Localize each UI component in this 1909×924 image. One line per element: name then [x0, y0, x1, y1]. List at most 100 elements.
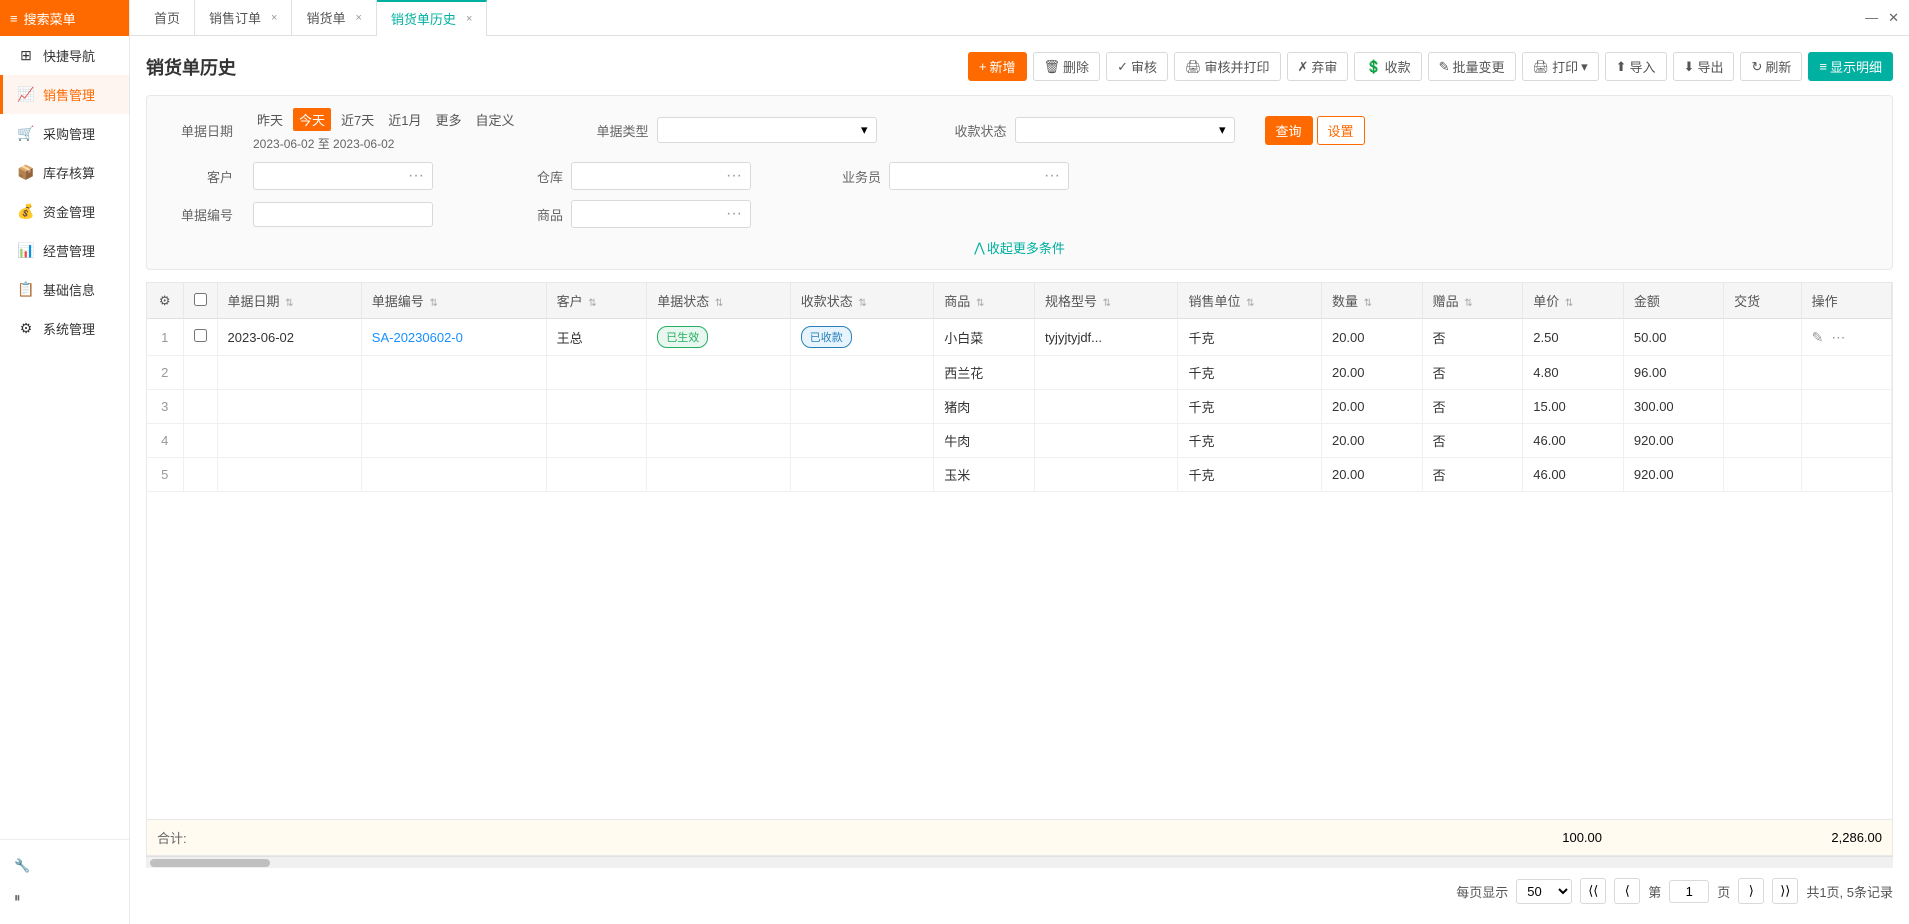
tab-sales-delivery-close[interactable]: × [355, 12, 361, 24]
horizontal-scrollbar[interactable] [146, 856, 1893, 868]
th-gear[interactable]: ⚙ [147, 283, 183, 319]
sidebar-item-basic-info[interactable]: 📋 基础信息 [0, 270, 129, 309]
shortcut-today[interactable]: 今天 [293, 108, 331, 131]
sidebar-item-inventory[interactable]: 📦 库存核算 [0, 153, 129, 192]
edit-icon-1[interactable]: ✎ [1812, 329, 1824, 346]
goods-input[interactable] [580, 207, 722, 222]
sidebar-item-operations[interactable]: 📊 经营管理 [0, 231, 129, 270]
sales-icon: 📈 [17, 86, 35, 103]
row-gift-3: 否 [1422, 390, 1523, 424]
goods-ellipsis[interactable]: ··· [726, 205, 742, 223]
tab-sales-order[interactable]: 销售订单 × [195, 0, 292, 36]
window-minimize[interactable]: — [1865, 10, 1878, 25]
export-button[interactable]: ⬇ 导出 [1673, 52, 1735, 81]
row-unit-5: 千克 [1178, 458, 1322, 492]
import-button[interactable]: ⬆ 导入 [1605, 52, 1667, 81]
row-unit-1: 千克 [1178, 319, 1322, 356]
row-date-1: 2023-06-02 [217, 319, 361, 356]
collapse-icon: ⋀ [974, 240, 985, 256]
row-check-1[interactable] [183, 319, 217, 356]
row-customer-1: 王总 [546, 319, 647, 356]
receive-payment-button[interactable]: 💲 收款 [1354, 52, 1421, 81]
sidebar-item-finance[interactable]: 💰 资金管理 [0, 192, 129, 231]
goods-input-group[interactable]: ··· [571, 200, 751, 228]
warehouse-ellipsis[interactable]: ··· [726, 167, 742, 185]
batch-change-button[interactable]: ✎ 批量变更 [1428, 52, 1516, 81]
collapse-button[interactable]: ⋀ 收起更多条件 [163, 238, 1876, 257]
staff-input-group[interactable]: ··· [889, 162, 1069, 190]
tab-sales-order-close[interactable]: × [271, 12, 277, 24]
page-input[interactable] [1669, 880, 1709, 903]
row-checkbox-1[interactable] [194, 329, 207, 342]
sidebar-item-label: 资金管理 [43, 202, 95, 221]
th-price-sort[interactable]: ⇅ [1565, 298, 1573, 309]
tab-home[interactable]: 首页 [140, 0, 195, 36]
th-docno-sort[interactable]: ⇅ [429, 298, 437, 309]
approve-print-button[interactable]: 🖨 审核并打印 [1174, 52, 1281, 81]
sidebar-item-sales[interactable]: 📈 销售管理 [0, 75, 129, 114]
gear-icon[interactable]: ⚙ [159, 293, 171, 308]
last-page-btn[interactable]: ⟩⟩ [1772, 878, 1798, 904]
prev-page-btn[interactable]: ⟨ [1614, 878, 1640, 904]
row-docno-1[interactable]: SA-20230602-0 [361, 319, 546, 356]
shortcut-7days[interactable]: 近7天 [337, 108, 378, 131]
row-delivery-4 [1724, 424, 1802, 458]
th-paymentstatus-sort[interactable]: ⇅ [858, 298, 866, 309]
show-detail-button[interactable]: ≡ 显示明细 [1808, 52, 1893, 81]
sidebar-bottom-item-pause[interactable]: ⏸ [0, 882, 129, 914]
th-spec-sort[interactable]: ⇅ [1103, 298, 1111, 309]
print-button[interactable]: 🖨 打印 ▾ [1522, 52, 1599, 81]
sidebar-header[interactable]: ≡ 搜索菜单 [0, 0, 129, 36]
th-docstatus-sort[interactable]: ⇅ [715, 298, 723, 309]
th-customer-sort[interactable]: ⇅ [588, 298, 596, 309]
settings-button[interactable]: 设置 [1317, 116, 1365, 145]
shortcut-yesterday[interactable]: 昨天 [253, 108, 287, 131]
more-icon-1[interactable]: ⋯ [1831, 329, 1845, 346]
window-close[interactable]: ✕ [1888, 10, 1899, 26]
shortcut-custom[interactable]: 自定义 [472, 108, 519, 131]
tab-sales-history[interactable]: 销货单历史 × [377, 0, 487, 36]
next-page-btn[interactable]: ⟩ [1738, 878, 1764, 904]
query-button[interactable]: 查询 [1265, 116, 1313, 145]
sidebar-item-quicknav[interactable]: ⊞ 快捷导航 [0, 36, 129, 75]
row-check-2 [183, 356, 217, 390]
row-spec-4 [1034, 424, 1178, 458]
customer-ellipsis[interactable]: ··· [408, 167, 424, 185]
staff-ellipsis[interactable]: ··· [1044, 167, 1060, 185]
delete-button[interactable]: 🗑 删除 [1033, 52, 1101, 81]
shortcut-1month[interactable]: 近1月 [384, 108, 425, 131]
add-button[interactable]: + 新增 [968, 52, 1027, 81]
tab-sales-delivery[interactable]: 销货单 × [292, 0, 376, 36]
doc-input[interactable] [253, 202, 433, 227]
discard-approve-button[interactable]: ✗ 弃审 [1287, 52, 1349, 81]
shortcut-more[interactable]: 更多 [432, 108, 466, 131]
row-goods-5: 玉米 [934, 458, 1035, 492]
warehouse-input-group[interactable]: ··· [571, 162, 751, 190]
th-qty-sort[interactable]: ⇅ [1364, 298, 1372, 309]
th-checkbox[interactable] [183, 283, 217, 319]
status-effective-badge-1: 已生效 [657, 326, 708, 348]
goods-filter: 商品 ··· [493, 200, 751, 228]
type-select[interactable]: ▾ [657, 117, 877, 143]
per-page-select[interactable]: 50 100 200 [1516, 879, 1572, 904]
refresh-button[interactable]: ↻ 刷新 [1740, 52, 1802, 81]
customer-input[interactable] [262, 169, 404, 184]
staff-input[interactable] [898, 169, 1040, 184]
select-all-checkbox[interactable] [194, 293, 207, 306]
tab-sales-history-close[interactable]: × [466, 13, 472, 25]
th-date-sort[interactable]: ⇅ [285, 298, 293, 309]
sidebar-item-purchase[interactable]: 🛒 采购管理 [0, 114, 129, 153]
th-gift-sort[interactable]: ⇅ [1464, 298, 1472, 309]
approve-button[interactable]: ✓ 审核 [1106, 52, 1168, 81]
row-docno-link-1[interactable]: SA-20230602-0 [372, 330, 463, 345]
th-goods-sort[interactable]: ⇅ [976, 298, 984, 309]
footer-total-label: 合计: [157, 828, 237, 847]
warehouse-input[interactable] [580, 169, 722, 184]
customer-input-group[interactable]: ··· [253, 162, 433, 190]
scrollbar-thumb[interactable] [150, 859, 270, 867]
sidebar-bottom-item-settings[interactable]: 🔧 [0, 850, 129, 882]
sidebar-item-system[interactable]: ⚙ 系统管理 [0, 309, 129, 348]
payment-select[interactable]: ▾ [1015, 117, 1235, 143]
th-unit-sort[interactable]: ⇅ [1246, 298, 1254, 309]
first-page-btn[interactable]: ⟨⟨ [1580, 878, 1606, 904]
